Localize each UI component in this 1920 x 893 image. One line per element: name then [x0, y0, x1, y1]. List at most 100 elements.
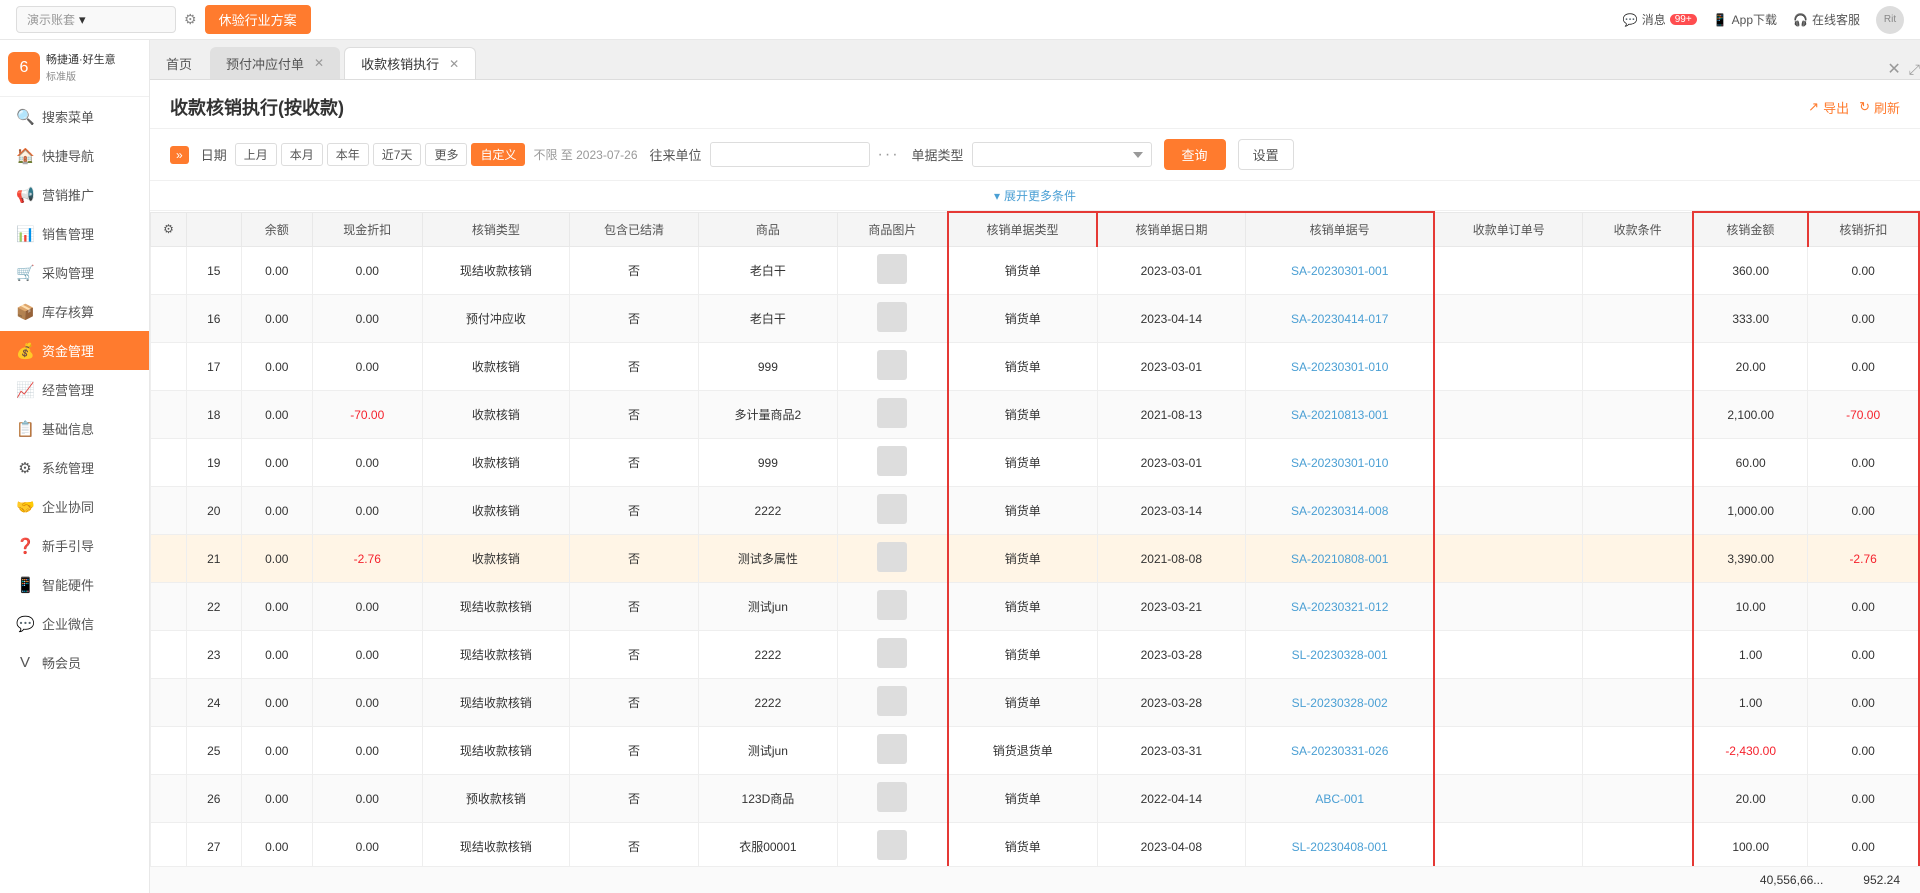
sidebar-item-guide[interactable]: ❓ 新手引导 [0, 526, 149, 565]
order-type-select[interactable]: 销货单 销货退货单 [972, 142, 1152, 167]
cell-cancel-type: 现结收款核销 [422, 631, 570, 679]
cell-receipt-order-no [1434, 823, 1582, 867]
cell-gear [151, 679, 187, 727]
logo-badge: 标准版 [46, 68, 116, 83]
from-unit-input[interactable] [710, 142, 870, 167]
window-close-icon[interactable]: ✕ [1887, 59, 1900, 79]
cell-gear [151, 343, 187, 391]
marketing-icon: 📢 [16, 186, 34, 204]
cell-cancel-discount: 0.00 [1808, 439, 1919, 487]
cell-cancel-order-type: 销货单 [948, 343, 1097, 391]
order-type-filter-section: 单据类型 销货单 销货退货单 [912, 142, 1152, 167]
logo-area: 6 畅捷通·好生意 标准版 [0, 40, 149, 97]
sidebar-item-smart-hardware[interactable]: 📱 智能硬件 [0, 565, 149, 604]
cell-cancel-order-no: SA-20210808-001 [1246, 535, 1435, 583]
online-service-item[interactable]: 🎧 在线客服 [1793, 11, 1860, 28]
date-btn-this-year[interactable]: 本年 [327, 143, 369, 166]
logo-text-area: 畅捷通·好生意 标准版 [46, 53, 116, 82]
cell-cancel-order-date: 2023-03-01 [1097, 343, 1245, 391]
tab-prepay-close[interactable]: ✕ [314, 56, 324, 70]
cell-index: 15 [187, 247, 242, 295]
tab-collection[interactable]: 收款核销执行 ✕ [344, 47, 476, 79]
cell-included-settled: 否 [570, 439, 699, 487]
table-footer: 40,556,66... 952.24 [150, 866, 1920, 893]
cell-product: 测试多属性 [698, 535, 837, 583]
tab-collection-close[interactable]: ✕ [449, 57, 459, 71]
cell-cash-discount: 0.00 [312, 343, 422, 391]
cell-cancel-amount: 20.00 [1693, 343, 1808, 391]
query-button[interactable]: 查询 [1164, 139, 1226, 170]
cell-receipt-order-no [1434, 487, 1582, 535]
company-selector[interactable]: 演示账套 ▾ [16, 6, 176, 33]
window-expand-icon[interactable]: ⤢ [1909, 61, 1920, 78]
cell-included-settled: 否 [570, 679, 699, 727]
sidebar-item-system[interactable]: ⚙ 系统管理 [0, 448, 149, 487]
cell-cancel-order-type: 销货退货单 [948, 727, 1097, 775]
cell-receipt-order-no [1434, 631, 1582, 679]
date-btn-7days[interactable]: 近7天 [373, 143, 422, 166]
sidebar-label-purchase: 采购管理 [42, 263, 94, 282]
filter-settings-button[interactable]: 设置 [1238, 139, 1294, 170]
sidebar-item-operations[interactable]: 📈 经营管理 [0, 370, 149, 409]
date-range-display: 不限 至 2023-07-26 [533, 146, 637, 163]
date-btn-more[interactable]: 更多 [425, 143, 467, 166]
expand-arrow[interactable]: » [170, 146, 189, 164]
cell-cancel-order-type: 销货单 [948, 439, 1097, 487]
sidebar-item-search[interactable]: 🔍 搜索菜单 [0, 97, 149, 136]
cell-cash-discount: 0.00 [312, 775, 422, 823]
settings-icon[interactable]: ⚙ [184, 11, 197, 28]
date-btn-this-month[interactable]: 本月 [281, 143, 323, 166]
sidebar-item-purchase[interactable]: 🛒 采购管理 [0, 253, 149, 292]
cell-gear [151, 295, 187, 343]
tab-home[interactable]: 首页 [150, 47, 208, 79]
sidebar-item-quick-nav[interactable]: 🏠 快捷导航 [0, 136, 149, 175]
sidebar-item-basic-info[interactable]: 📋 基础信息 [0, 409, 149, 448]
cell-gear [151, 247, 187, 295]
cell-cancel-order-no: SL-20230328-002 [1246, 679, 1435, 727]
cell-product: 测试jun [698, 583, 837, 631]
cell-included-settled: 否 [570, 823, 699, 867]
cell-gear [151, 439, 187, 487]
sidebar-item-member[interactable]: V 畅会员 [0, 643, 149, 682]
cell-cancel-discount: 0.00 [1808, 679, 1919, 727]
user-area[interactable]: Rit [1876, 6, 1904, 34]
refresh-button[interactable]: ↻ 刷新 [1859, 98, 1900, 117]
cell-included-settled: 否 [570, 487, 699, 535]
tab-prepay[interactable]: 预付冲应付单 ✕ [210, 47, 340, 79]
sidebar-item-inventory[interactable]: 📦 库存核算 [0, 292, 149, 331]
cell-index: 24 [187, 679, 242, 727]
table-row: 22 0.00 0.00 现结收款核销 否 测试jun 销货单 2023-03-… [151, 583, 1920, 631]
table-row: 18 0.00 -70.00 收款核销 否 多计量商品2 销货单 2021-08… [151, 391, 1920, 439]
unit-filter-section: 往来单位 ··· [650, 142, 900, 167]
message-item[interactable]: 💬 消息 99+ [1623, 11, 1697, 28]
cell-included-settled: 否 [570, 583, 699, 631]
app-download-item[interactable]: 📱 App下载 [1713, 11, 1777, 28]
sidebar-item-sales[interactable]: 📊 销售管理 [0, 214, 149, 253]
main-content: 首页 预付冲应付单 ✕ 收款核销执行 ✕ ✕ ⤢ 收款核销执行(按收款) [150, 40, 1920, 893]
table-row: 25 0.00 0.00 现结收款核销 否 测试jun 销货退货单 2023-0… [151, 727, 1920, 775]
cell-cancel-order-type: 销货单 [948, 583, 1097, 631]
th-included-settled: 包含已结清 [570, 212, 699, 247]
sidebar-item-marketing[interactable]: 📢 营销推广 [0, 175, 149, 214]
export-icon: ↗ [1808, 99, 1819, 115]
cell-cash-discount: 0.00 [312, 295, 422, 343]
cell-gear [151, 583, 187, 631]
cell-receipt-order-no [1434, 343, 1582, 391]
sidebar-item-wechat[interactable]: 💬 企业微信 [0, 604, 149, 643]
cell-cancel-type: 现结收款核销 [422, 727, 570, 775]
sidebar-item-finance[interactable]: 💰 资金管理 [0, 331, 149, 370]
expand-more-button[interactable]: ▾ 展开更多条件 [994, 187, 1076, 204]
cell-cancel-discount: 0.00 [1808, 247, 1919, 295]
th-gear[interactable]: ⚙ [151, 212, 187, 247]
date-btn-custom[interactable]: 自定义 [471, 143, 525, 166]
th-receipt-condition: 收款条件 [1583, 212, 1693, 247]
expand-row: ▾ 展开更多条件 [150, 181, 1920, 211]
cell-cancel-type: 收款核销 [422, 439, 570, 487]
total-discount-item: 952.24 [1863, 873, 1900, 887]
sidebar-label-sales: 销售管理 [42, 224, 94, 243]
industry-button[interactable]: 休验行业方案 [205, 5, 311, 34]
export-button[interactable]: ↗ 导出 [1808, 98, 1849, 117]
cell-product: 2222 [698, 631, 837, 679]
date-btn-last-month[interactable]: 上月 [235, 143, 277, 166]
sidebar-item-enterprise[interactable]: 🤝 企业协同 [0, 487, 149, 526]
